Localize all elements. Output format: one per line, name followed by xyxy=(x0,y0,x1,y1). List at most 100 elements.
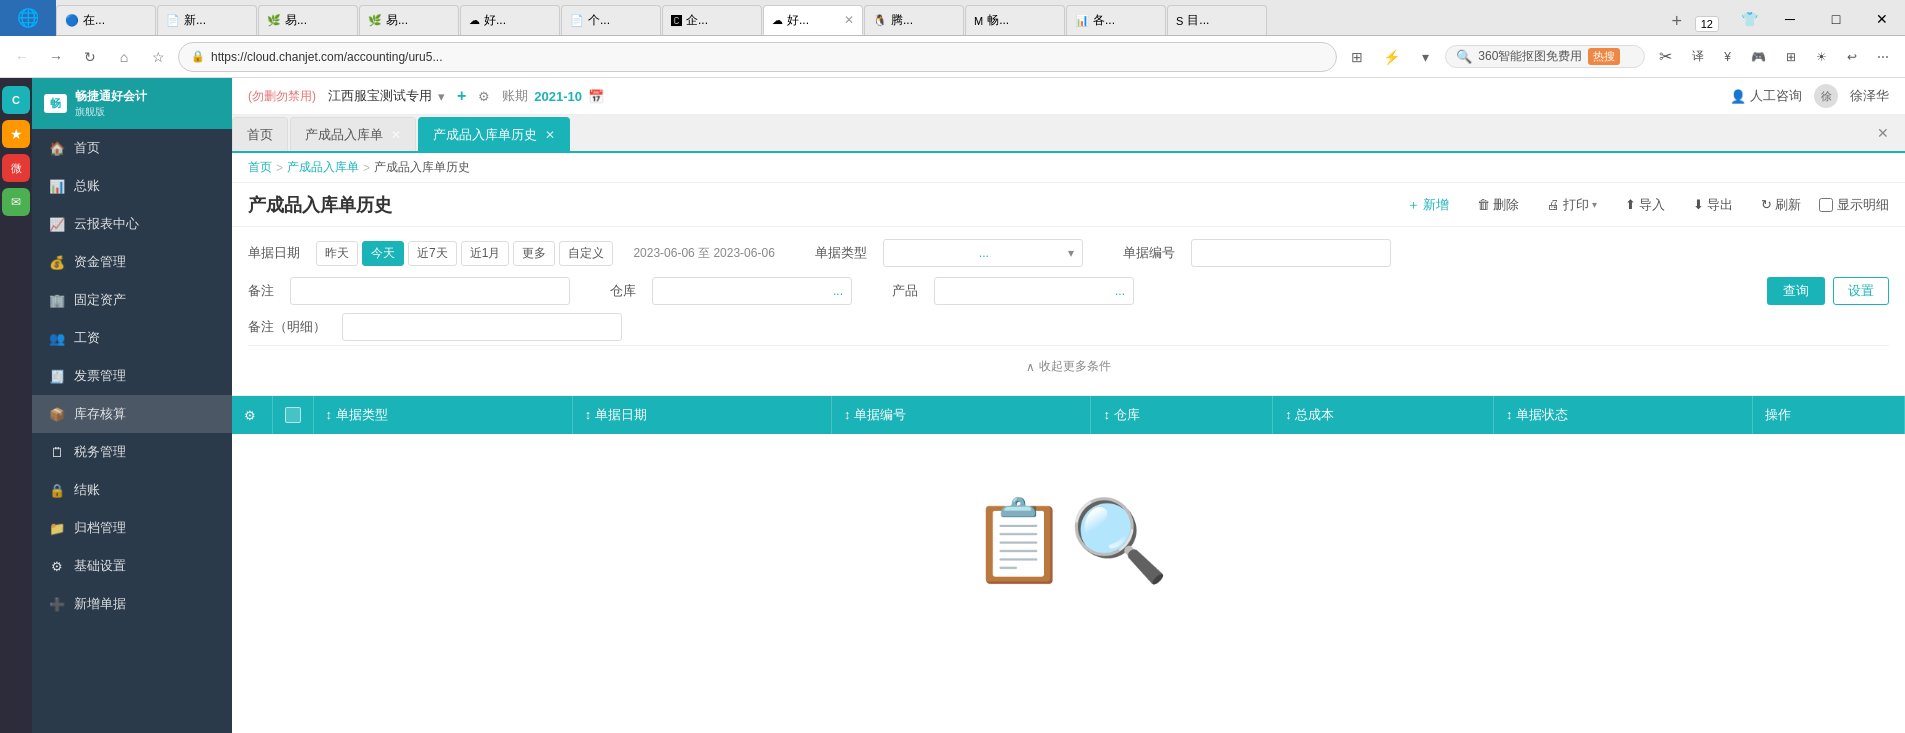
content-tab-产成品入库单历史[interactable]: 产成品入库单历史✕ xyxy=(418,117,570,151)
sidebar-item-tax[interactable]: 🗒税务管理 xyxy=(32,433,232,471)
th-date[interactable]: ↕ 单据日期 xyxy=(572,396,831,434)
browser-tab-t3[interactable]: 🌿易... xyxy=(258,5,358,35)
theme-btn[interactable]: ☀ xyxy=(1808,46,1835,68)
breadcrumb-home[interactable]: 首页 xyxy=(248,159,272,176)
browser-tab-t11[interactable]: 📊各... xyxy=(1066,5,1166,35)
new-btn[interactable]: ＋ 新增 xyxy=(1397,191,1459,219)
panel-close-btn[interactable]: ✕ xyxy=(1877,125,1889,141)
translate-btn[interactable]: 译 xyxy=(1684,44,1712,69)
sidebar-item-funds[interactable]: 💰资金管理 xyxy=(32,243,232,281)
set-button[interactable]: 设置 xyxy=(1833,277,1889,305)
game-btn[interactable]: 🎮 xyxy=(1743,46,1774,68)
currency-btn[interactable]: ¥ xyxy=(1716,46,1739,68)
th-number[interactable]: ↕ 单据编号 xyxy=(832,396,1091,434)
product-filter-label: 产品 xyxy=(892,282,918,300)
url-bar[interactable]: 🔒 https://cloud.chanjet.com/accounting/u… xyxy=(178,42,1337,72)
delete-btn[interactable]: 🗑 删除 xyxy=(1467,191,1529,219)
query-button[interactable]: 查询 xyxy=(1767,277,1825,305)
forward-button[interactable]: → xyxy=(42,43,70,71)
sidebar-item-home[interactable]: 🏠首页 xyxy=(32,129,232,167)
th-status[interactable]: ↕ 单据状态 xyxy=(1493,396,1752,434)
th-cost[interactable]: ↕ 总成本 xyxy=(1273,396,1494,434)
product-selector[interactable]: ... xyxy=(934,277,1134,305)
type-selector[interactable]: ... ▾ xyxy=(883,239,1083,267)
remark-detail-input[interactable] xyxy=(342,313,622,341)
calendar-icon[interactable]: 📅 xyxy=(588,89,604,104)
tab-close-产成品入库单历史[interactable]: ✕ xyxy=(545,128,555,142)
date-btn-近1月[interactable]: 近1月 xyxy=(461,241,510,266)
sidebar-item-invoice[interactable]: 🧾发票管理 xyxy=(32,357,232,395)
th-type[interactable]: ↕ 单据类型 xyxy=(313,396,572,434)
refresh-button[interactable]: ↻ xyxy=(76,43,104,71)
print-btn[interactable]: 🖨 打印 ▾ xyxy=(1537,191,1607,219)
bookmark-button[interactable]: ☆ xyxy=(144,43,172,71)
date-btn-自定义[interactable]: 自定义 xyxy=(559,241,613,266)
more-btn[interactable]: ⋯ xyxy=(1869,46,1897,68)
sidebar-item-settings[interactable]: ⚙基础设置 xyxy=(32,547,232,585)
star-icon[interactable]: ★ xyxy=(2,120,30,148)
email-icon[interactable]: ✉ xyxy=(2,188,30,216)
browser-tab-t1[interactable]: 🔵在... xyxy=(56,5,156,35)
date-btn-近7天[interactable]: 近7天 xyxy=(408,241,457,266)
date-btn-昨天[interactable]: 昨天 xyxy=(316,241,358,266)
browser-tab-t6[interactable]: 📄个... xyxy=(561,5,661,35)
sidebar-item-fixed[interactable]: 🏢固定资产 xyxy=(32,281,232,319)
nav-label-newbill: 新增单据 xyxy=(74,595,126,613)
account-settings-btn[interactable]: ⚙ xyxy=(478,89,490,104)
lightning-button[interactable]: ⚡ xyxy=(1377,43,1405,71)
show-col-checkbox[interactable] xyxy=(1819,198,1833,212)
browser-tab-t4[interactable]: 🌿易... xyxy=(359,5,459,35)
service-btn[interactable]: 👤 人工咨询 xyxy=(1730,87,1802,105)
undo-btn[interactable]: ↩ xyxy=(1839,46,1865,68)
tab-close-产成品入库单[interactable]: ✕ xyxy=(391,128,401,142)
remark-filter-input[interactable] xyxy=(290,277,570,305)
content-tab-首页[interactable]: 首页 xyxy=(232,117,288,151)
browser-search[interactable]: 🔍 360智能抠图免费用 热搜 xyxy=(1445,45,1645,68)
tab-count-badge[interactable]: 12 xyxy=(1695,16,1719,32)
th-checkbox[interactable] xyxy=(272,396,313,434)
home-button[interactable]: ⌂ xyxy=(110,43,138,71)
browser-tab-t10[interactable]: M畅... xyxy=(965,5,1065,35)
browser-tab-t5[interactable]: ☁好... xyxy=(460,5,560,35)
number-filter-input[interactable] xyxy=(1191,239,1391,267)
collapse-filter-btn[interactable]: ∧ 收起更多条件 xyxy=(1014,354,1123,379)
browser-tab-t2[interactable]: 📄新... xyxy=(157,5,257,35)
weibo-icon[interactable]: 微 xyxy=(2,154,30,182)
browser-tab-t8[interactable]: ☁好...✕ xyxy=(763,5,863,35)
browser-tab-t9[interactable]: 🐧腾... xyxy=(864,5,964,35)
browser-tab-t12[interactable]: S目... xyxy=(1167,5,1267,35)
sidebar-item-reports[interactable]: 📈云报表中心 xyxy=(32,205,232,243)
refresh-btn[interactable]: ↻ 刷新 xyxy=(1751,191,1811,219)
warehouse-selector[interactable]: ... xyxy=(652,277,852,305)
th-settings[interactable]: ⚙ xyxy=(232,396,272,434)
dropdown-button[interactable]: ▾ xyxy=(1411,43,1439,71)
show-col-toggle[interactable]: 显示明细 xyxy=(1819,196,1889,214)
sidebar-item-inventory[interactable]: 📦库存核算 xyxy=(32,395,232,433)
maximize-button[interactable]: □ xyxy=(1813,5,1859,33)
date-btn-更多[interactable]: 更多 xyxy=(513,241,555,266)
new-tab-button[interactable]: + xyxy=(1663,7,1691,35)
minimize-button[interactable]: ─ xyxy=(1767,5,1813,33)
changjie-icon[interactable]: C xyxy=(2,86,30,114)
number-filter-label: 单据编号 xyxy=(1123,244,1175,262)
sidebar-item-general[interactable]: 📊总账 xyxy=(32,167,232,205)
back-button[interactable]: ← xyxy=(8,43,36,71)
export-btn[interactable]: ⬇ 导出 xyxy=(1683,191,1743,219)
company-selector[interactable]: 江西服宝测试专用 ▾ xyxy=(328,87,445,105)
add-account-btn[interactable]: + xyxy=(457,87,466,105)
browser-tab-t7[interactable]: 🅲企... xyxy=(662,5,762,35)
sidebar-item-archive[interactable]: 📁归档管理 xyxy=(32,509,232,547)
breadcrumb-parent[interactable]: 产成品入库单 xyxy=(287,159,359,176)
sidebar-item-newbill[interactable]: ➕新增单据 xyxy=(32,585,232,623)
content-tab-产成品入库单[interactable]: 产成品入库单✕ xyxy=(290,117,416,151)
grid-menu-button[interactable]: ⊞ xyxy=(1343,43,1371,71)
sidebar-item-payroll[interactable]: 👥工资 xyxy=(32,319,232,357)
import-btn[interactable]: ⬆ 导入 xyxy=(1615,191,1675,219)
grid-btn[interactable]: ⊞ xyxy=(1778,46,1804,68)
scissors-btn[interactable]: ✂ xyxy=(1651,43,1680,70)
close-button[interactable]: ✕ xyxy=(1859,5,1905,33)
sidebar-item-closing[interactable]: 🔒结账 xyxy=(32,471,232,509)
th-warehouse[interactable]: ↕ 仓库 xyxy=(1091,396,1273,434)
date-btn-今天[interactable]: 今天 xyxy=(362,241,404,266)
header-checkbox[interactable] xyxy=(285,407,301,423)
